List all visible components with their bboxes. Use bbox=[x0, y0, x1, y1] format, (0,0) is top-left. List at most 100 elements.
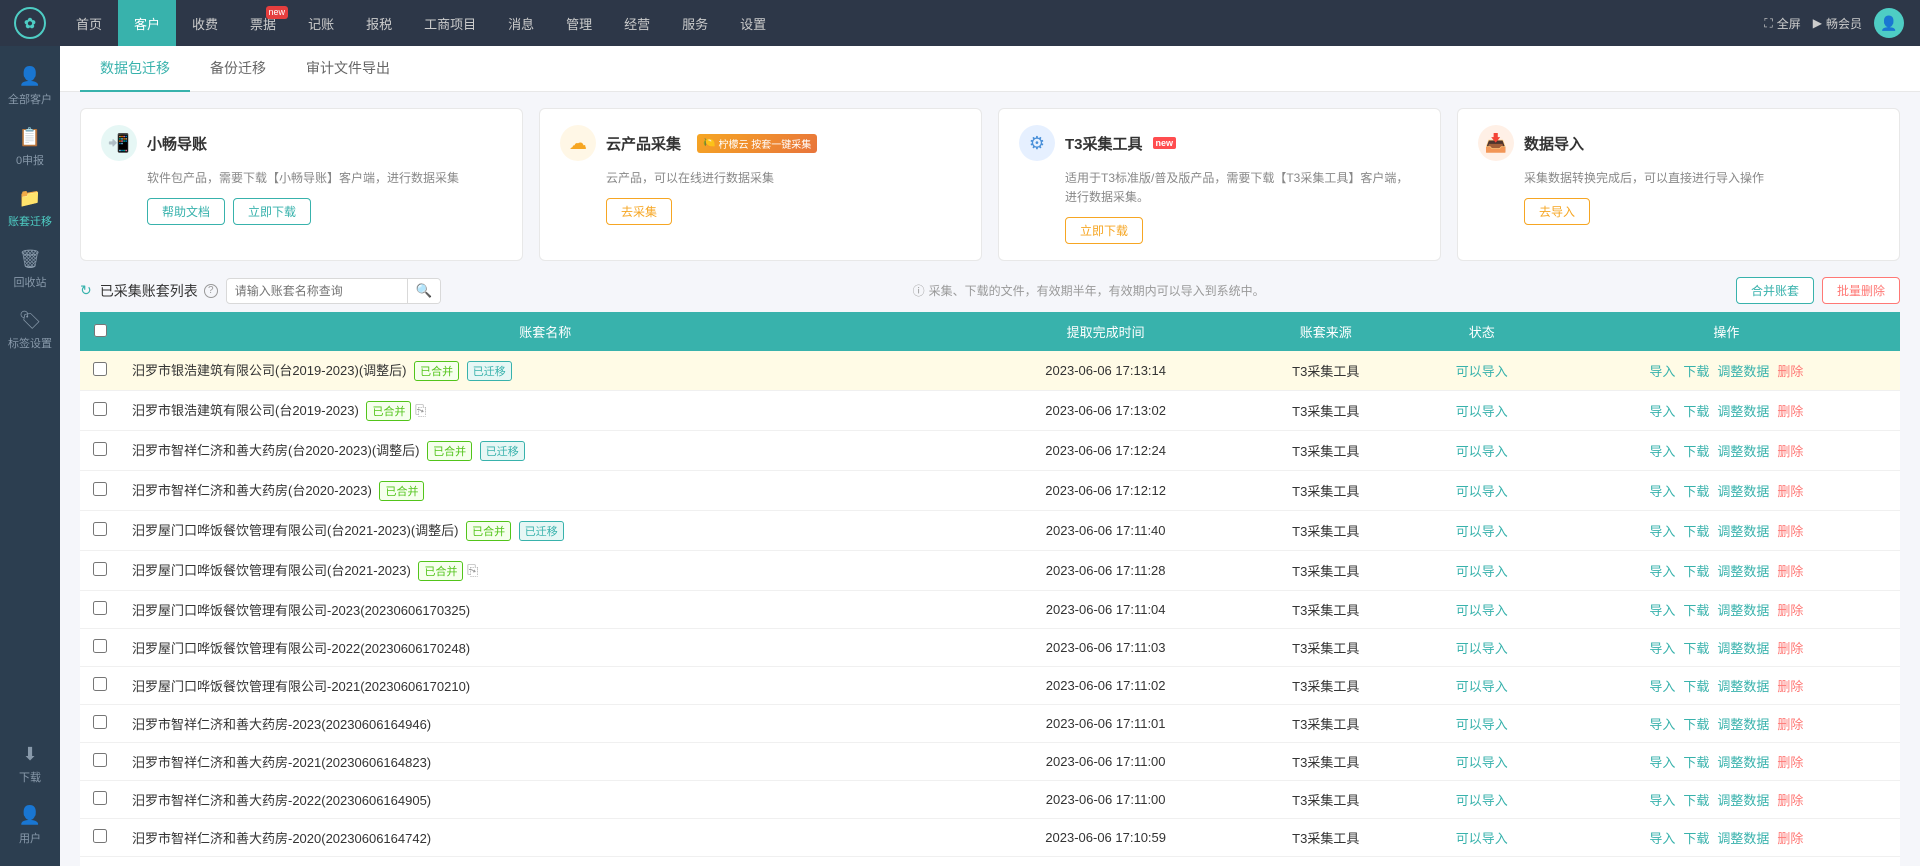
row-checkbox[interactable] bbox=[93, 402, 107, 416]
row-checkbox[interactable] bbox=[93, 362, 107, 376]
copy-icon[interactable]: ⎘ bbox=[467, 562, 478, 578]
action-调整数据[interactable]: 调整数据 bbox=[1717, 641, 1769, 656]
action-导入[interactable]: 导入 bbox=[1649, 484, 1675, 499]
action-调整数据[interactable]: 调整数据 bbox=[1717, 564, 1769, 579]
action-delete[interactable]: 删除 bbox=[1777, 831, 1803, 846]
nav-item-home[interactable]: 首页 bbox=[60, 0, 118, 46]
action-下载[interactable]: 下载 bbox=[1683, 603, 1709, 618]
sidebar-item-zero-declaration[interactable]: 📋 0申报 bbox=[0, 117, 60, 178]
fullscreen-button[interactable]: ⛶ 全屏 bbox=[1764, 15, 1800, 32]
nav-item-tax[interactable]: 报税 bbox=[350, 0, 408, 46]
action-下载[interactable]: 下载 bbox=[1683, 793, 1709, 808]
tab-backup-migration[interactable]: 备份迁移 bbox=[190, 47, 286, 92]
row-checkbox[interactable] bbox=[93, 522, 107, 536]
action-下载[interactable]: 下载 bbox=[1683, 404, 1709, 419]
action-导入[interactable]: 导入 bbox=[1649, 603, 1675, 618]
import-goto-button[interactable]: 去导入 bbox=[1524, 198, 1590, 225]
action-调整数据[interactable]: 调整数据 bbox=[1717, 524, 1769, 539]
avatar[interactable]: 👤 bbox=[1874, 8, 1904, 38]
action-导入[interactable]: 导入 bbox=[1649, 793, 1675, 808]
action-调整数据[interactable]: 调整数据 bbox=[1717, 603, 1769, 618]
action-调整数据[interactable]: 调整数据 bbox=[1717, 793, 1769, 808]
action-delete[interactable]: 删除 bbox=[1777, 717, 1803, 732]
action-导入[interactable]: 导入 bbox=[1649, 831, 1675, 846]
reload-icon[interactable]: ↻ bbox=[80, 282, 92, 299]
action-delete[interactable]: 删除 bbox=[1777, 679, 1803, 694]
nav-item-message[interactable]: 消息 bbox=[492, 0, 550, 46]
logo[interactable]: ✿ bbox=[0, 0, 60, 46]
action-delete[interactable]: 删除 bbox=[1777, 641, 1803, 656]
sidebar-item-download[interactable]: ⬇ 下载 bbox=[0, 734, 60, 795]
action-delete[interactable]: 删除 bbox=[1777, 524, 1803, 539]
action-调整数据[interactable]: 调整数据 bbox=[1717, 755, 1769, 770]
nav-item-fee[interactable]: 收费 bbox=[176, 0, 234, 46]
nav-item-manage[interactable]: 管理 bbox=[550, 0, 608, 46]
sidebar-item-account-migration[interactable]: 📁 账套迁移 bbox=[0, 178, 60, 239]
t3-download-button[interactable]: 立即下载 bbox=[1065, 217, 1143, 244]
cloud-collect-button[interactable]: 去采集 bbox=[606, 198, 672, 225]
batch-delete-button[interactable]: 批量删除 bbox=[1822, 277, 1900, 304]
nav-item-invoice[interactable]: 票据 new bbox=[234, 0, 292, 46]
action-导入[interactable]: 导入 bbox=[1649, 755, 1675, 770]
action-delete[interactable]: 删除 bbox=[1777, 755, 1803, 770]
sidebar-item-tag-settings[interactable]: 🏷 标签设置 bbox=[0, 300, 60, 361]
nav-item-customer[interactable]: 客户 bbox=[118, 0, 176, 46]
action-调整数据[interactable]: 调整数据 bbox=[1717, 364, 1769, 379]
action-下载[interactable]: 下载 bbox=[1683, 641, 1709, 656]
action-下载[interactable]: 下载 bbox=[1683, 564, 1709, 579]
action-delete[interactable]: 删除 bbox=[1777, 793, 1803, 808]
row-checkbox[interactable] bbox=[93, 601, 107, 615]
action-导入[interactable]: 导入 bbox=[1649, 679, 1675, 694]
action-delete[interactable]: 删除 bbox=[1777, 444, 1803, 459]
action-导入[interactable]: 导入 bbox=[1649, 717, 1675, 732]
row-checkbox[interactable] bbox=[93, 639, 107, 653]
select-all-checkbox[interactable] bbox=[94, 324, 107, 337]
tab-data-package-migration[interactable]: 数据包迁移 bbox=[80, 47, 190, 92]
action-下载[interactable]: 下载 bbox=[1683, 717, 1709, 732]
action-下载[interactable]: 下载 bbox=[1683, 524, 1709, 539]
action-调整数据[interactable]: 调整数据 bbox=[1717, 717, 1769, 732]
action-调整数据[interactable]: 调整数据 bbox=[1717, 484, 1769, 499]
search-button[interactable]: 🔍 bbox=[407, 279, 441, 303]
search-input[interactable] bbox=[227, 280, 407, 302]
sidebar-item-all-customers[interactable]: 👤 全部客户 bbox=[0, 56, 60, 117]
collected-help-icon[interactable]: ? bbox=[204, 284, 218, 298]
nav-item-operation[interactable]: 经营 bbox=[608, 0, 666, 46]
action-导入[interactable]: 导入 bbox=[1649, 564, 1675, 579]
action-delete[interactable]: 删除 bbox=[1777, 603, 1803, 618]
action-导入[interactable]: 导入 bbox=[1649, 364, 1675, 379]
sidebar-item-user[interactable]: 👤 用户 bbox=[0, 795, 60, 856]
nav-item-service[interactable]: 服务 bbox=[666, 0, 724, 46]
row-checkbox[interactable] bbox=[93, 715, 107, 729]
action-下载[interactable]: 下载 bbox=[1683, 755, 1709, 770]
action-下载[interactable]: 下载 bbox=[1683, 364, 1709, 379]
row-checkbox[interactable] bbox=[93, 753, 107, 767]
action-下载[interactable]: 下载 bbox=[1683, 831, 1709, 846]
action-导入[interactable]: 导入 bbox=[1649, 444, 1675, 459]
row-checkbox[interactable] bbox=[93, 562, 107, 576]
copy-icon[interactable]: ⎘ bbox=[415, 402, 426, 418]
nav-item-accounting[interactable]: 记账 bbox=[292, 0, 350, 46]
action-调整数据[interactable]: 调整数据 bbox=[1717, 679, 1769, 694]
action-导入[interactable]: 导入 bbox=[1649, 641, 1675, 656]
nav-item-settings[interactable]: 设置 bbox=[724, 0, 782, 46]
row-checkbox[interactable] bbox=[93, 829, 107, 843]
sidebar-item-recycle-bin[interactable]: 🗑 回收站 bbox=[0, 239, 60, 300]
member-button[interactable]: ▶ 畅会员 bbox=[1813, 15, 1862, 32]
action-下载[interactable]: 下载 bbox=[1683, 444, 1709, 459]
action-调整数据[interactable]: 调整数据 bbox=[1717, 831, 1769, 846]
action-导入[interactable]: 导入 bbox=[1649, 404, 1675, 419]
action-调整数据[interactable]: 调整数据 bbox=[1717, 444, 1769, 459]
merge-button[interactable]: 合并账套 bbox=[1736, 277, 1814, 304]
xiaochang-help-button[interactable]: 帮助文档 bbox=[147, 198, 225, 225]
xiaochang-download-button[interactable]: 立即下载 bbox=[233, 198, 311, 225]
action-delete[interactable]: 删除 bbox=[1777, 484, 1803, 499]
row-checkbox[interactable] bbox=[93, 442, 107, 456]
action-下载[interactable]: 下载 bbox=[1683, 679, 1709, 694]
action-下载[interactable]: 下载 bbox=[1683, 484, 1709, 499]
nav-item-business[interactable]: 工商项目 bbox=[408, 0, 492, 46]
row-checkbox[interactable] bbox=[93, 791, 107, 805]
row-checkbox[interactable] bbox=[93, 677, 107, 691]
tab-audit-export[interactable]: 审计文件导出 bbox=[286, 47, 410, 92]
action-delete[interactable]: 删除 bbox=[1777, 564, 1803, 579]
